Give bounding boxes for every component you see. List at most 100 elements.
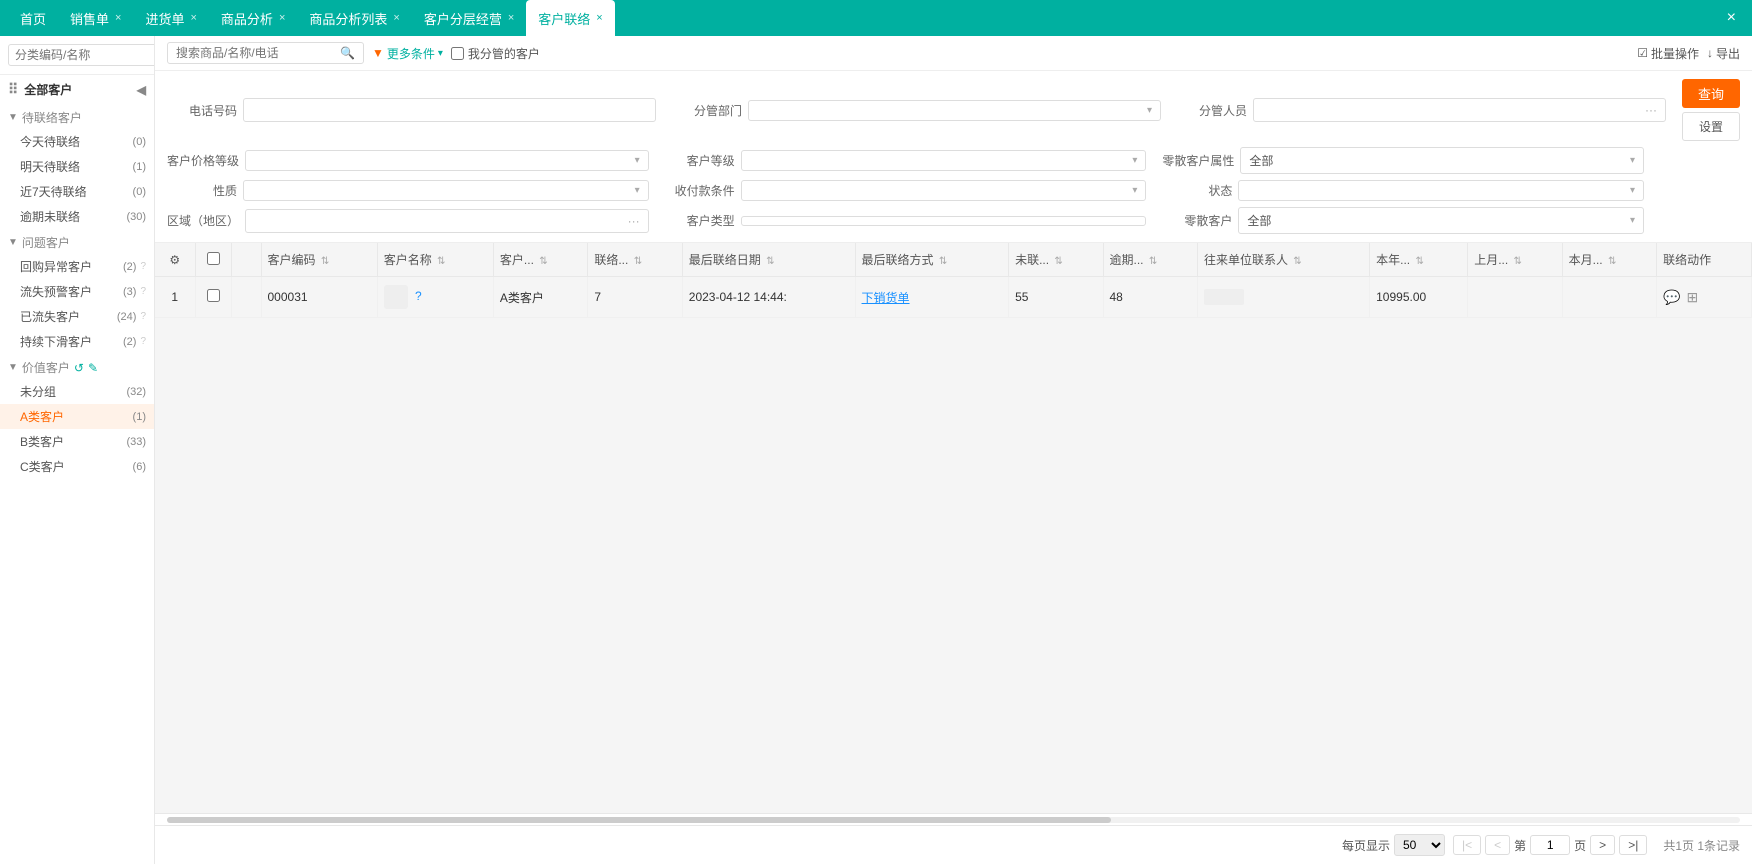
close-purchase-icon[interactable]: ×: [190, 12, 196, 24]
nav-home[interactable]: 首页: [8, 0, 58, 36]
prev-page-button[interactable]: <: [1485, 835, 1510, 855]
col-this-month[interactable]: 本月... ⇅: [1562, 243, 1656, 277]
sidebar-collapse-icon[interactable]: ◀: [137, 83, 146, 97]
first-page-button[interactable]: |<: [1453, 835, 1481, 855]
sidebar-item-today[interactable]: 今天待联络 (0): [0, 129, 154, 154]
field-cust-type: 客户类型: [665, 212, 1147, 229]
sidebar-item-repurchase[interactable]: 回购异常客户 (2) ?: [0, 254, 154, 279]
field-manager-input[interactable]: ···: [1253, 98, 1666, 122]
sidebar-all-customers[interactable]: ⠿ 全部客户 ◀: [0, 75, 154, 104]
window-close-button[interactable]: ×: [1719, 9, 1744, 27]
scrollbar-track[interactable]: [167, 817, 1740, 823]
last-page-button[interactable]: >|: [1619, 835, 1647, 855]
row-action-icons: 💬 ⊞: [1663, 289, 1745, 306]
sidebar-item-declining[interactable]: 持续下滑客户 (2) ?: [0, 329, 154, 354]
table-header: ⚙ 客户编码 ⇅ 客户名称 ⇅ 客户... ⇅ 联络... ⇅ 最后联络日期 ⇅…: [155, 243, 1752, 277]
setting-button[interactable]: 设置: [1682, 112, 1740, 141]
sort-last-date-icon: ⇅: [766, 256, 774, 267]
scrollbar-thumb[interactable]: [167, 817, 1111, 823]
nav-customer-contact[interactable]: 客户联络 ×: [526, 0, 614, 36]
nav-sales[interactable]: 销售单 ×: [58, 0, 133, 36]
nav-customer-tier[interactable]: 客户分层经营 ×: [412, 0, 526, 36]
per-page-select[interactable]: 50 100 200: [1394, 834, 1445, 856]
field-retail-select[interactable]: 全部▾: [1238, 207, 1644, 234]
col-last-method[interactable]: 最后联络方式 ⇅: [855, 243, 1009, 277]
horizontal-scrollbar-area: [155, 813, 1752, 825]
col-type[interactable]: 客户... ⇅: [493, 243, 587, 277]
col-last-date[interactable]: 最后联络日期 ⇅: [682, 243, 855, 277]
col-action: 联络动作: [1657, 243, 1752, 277]
top-nav: 首页 销售单 × 进货单 × 商品分析 × 商品分析列表 × 客户分层经营 × …: [0, 0, 1752, 36]
row-checkbox[interactable]: [207, 289, 220, 302]
sidebar-value-edit-icon[interactable]: ✎: [88, 361, 98, 375]
sidebar-item-overdue[interactable]: 逾期未联络 (30): [0, 204, 154, 229]
close-customer-contact-icon[interactable]: ×: [596, 12, 602, 24]
sidebar-value-refresh-icon[interactable]: ↺: [74, 361, 84, 375]
sidebar-search-area: 🔍: [0, 36, 154, 75]
col-uncontacted[interactable]: 未联... ⇅: [1009, 243, 1103, 277]
field-cust-type-input[interactable]: [741, 216, 1147, 226]
col-index: ⚙: [155, 243, 195, 277]
col-code[interactable]: 客户编码 ⇅: [261, 243, 377, 277]
sidebar-item-7days[interactable]: 近7天待联络 (0): [0, 179, 154, 204]
last-method-link[interactable]: 下销货单: [862, 291, 910, 305]
field-customer-level-select[interactable]: ▾: [741, 150, 1147, 171]
nav-goods-list[interactable]: 商品分析列表 ×: [297, 0, 411, 36]
sidebar-item-churned[interactable]: 已流失客户 (24) ?: [0, 304, 154, 329]
col-last-month[interactable]: 上月... ⇅: [1468, 243, 1562, 277]
field-phone-input[interactable]: [243, 98, 656, 122]
sidebar-item-ungrouped[interactable]: 未分组 (32): [0, 379, 154, 404]
cell-unit-contact: [1197, 277, 1369, 318]
close-goods-analysis-icon[interactable]: ×: [279, 12, 285, 24]
next-page-button[interactable]: >: [1590, 835, 1615, 855]
col-this-year[interactable]: 本年... ⇅: [1370, 243, 1468, 277]
close-goods-list-icon[interactable]: ×: [393, 12, 399, 24]
action-chat-icon[interactable]: 💬: [1663, 289, 1680, 306]
field-status-select[interactable]: ▾: [1238, 180, 1644, 201]
field-region-input[interactable]: ···: [245, 209, 649, 233]
query-button[interactable]: 查询: [1682, 79, 1740, 108]
close-customer-tier-icon[interactable]: ×: [508, 12, 514, 24]
select-all-checkbox[interactable]: [207, 252, 220, 265]
page-nav: |< < 第 页 > >|: [1453, 835, 1647, 855]
field-status: 状态 ▾: [1162, 180, 1644, 201]
col-unit-contact[interactable]: 往来单位联系人 ⇅: [1197, 243, 1369, 277]
field-payment-select[interactable]: ▾: [741, 180, 1147, 201]
col-contact-count[interactable]: 联络... ⇅: [588, 243, 682, 277]
export-button[interactable]: ↓ 导出: [1707, 45, 1740, 62]
col-name[interactable]: 客户名称 ⇅: [377, 243, 493, 277]
my-customer-checkbox[interactable]: [451, 47, 464, 60]
action-more-icon[interactable]: ⊞: [1687, 289, 1699, 306]
sidebar-item-churn-warning[interactable]: 流失预警客户 (3) ?: [0, 279, 154, 304]
sidebar-search-input[interactable]: [8, 44, 155, 66]
field-dept-label: 分管部门: [672, 102, 742, 119]
per-page-label: 每页显示: [1342, 837, 1390, 854]
nav-goods-analysis[interactable]: 商品分析 ×: [209, 0, 297, 36]
filter-search-icon[interactable]: 🔍: [340, 46, 355, 60]
page-input[interactable]: [1530, 835, 1570, 855]
field-dept-select[interactable]: ▾: [748, 100, 1161, 121]
col-overdue[interactable]: 逾期... ⇅: [1103, 243, 1197, 277]
filter-search-input[interactable]: [176, 46, 336, 60]
nav-purchase[interactable]: 进货单 ×: [133, 0, 208, 36]
field-retail-attr-select[interactable]: 全部▾: [1240, 147, 1644, 174]
close-sales-icon[interactable]: ×: [115, 12, 121, 24]
data-table: ⚙ 客户编码 ⇅ 客户名称 ⇅ 客户... ⇅ 联络... ⇅ 最后联络日期 ⇅…: [155, 243, 1752, 318]
sidebar-item-c-class[interactable]: C类客户 (6): [0, 454, 154, 479]
cell-name[interactable]: ?: [377, 277, 493, 318]
more-filter-button[interactable]: ▼ 更多条件 ▾: [372, 45, 443, 62]
sidebar-item-a-class[interactable]: A类客户 (1): [0, 404, 154, 429]
settings-gear-icon[interactable]: ⚙: [169, 253, 180, 267]
field-payment: 收付款条件 ▾: [665, 180, 1147, 201]
field-retail-value: 全部: [1247, 212, 1271, 229]
cell-last-method[interactable]: 下销货单: [855, 277, 1009, 318]
field-status-label: 状态: [1162, 182, 1232, 199]
sidebar-item-tomorrow[interactable]: 明天待联络 (1): [0, 154, 154, 179]
field-nature-select[interactable]: ▾: [243, 180, 649, 201]
sidebar-item-b-class[interactable]: B类客户 (33): [0, 429, 154, 454]
batch-operation-button[interactable]: ☑ 批量操作: [1637, 45, 1699, 62]
sidebar: 🔍 ⠿ 全部客户 ◀ ▼ 待联络客户 今天待联络 (0) 明天待联络 (1) 近…: [0, 36, 155, 864]
field-price-level-select[interactable]: ▾: [245, 150, 649, 171]
per-page-selector: 每页显示 50 100 200: [1342, 834, 1445, 856]
field-dept-arrow: ▾: [1147, 105, 1152, 116]
